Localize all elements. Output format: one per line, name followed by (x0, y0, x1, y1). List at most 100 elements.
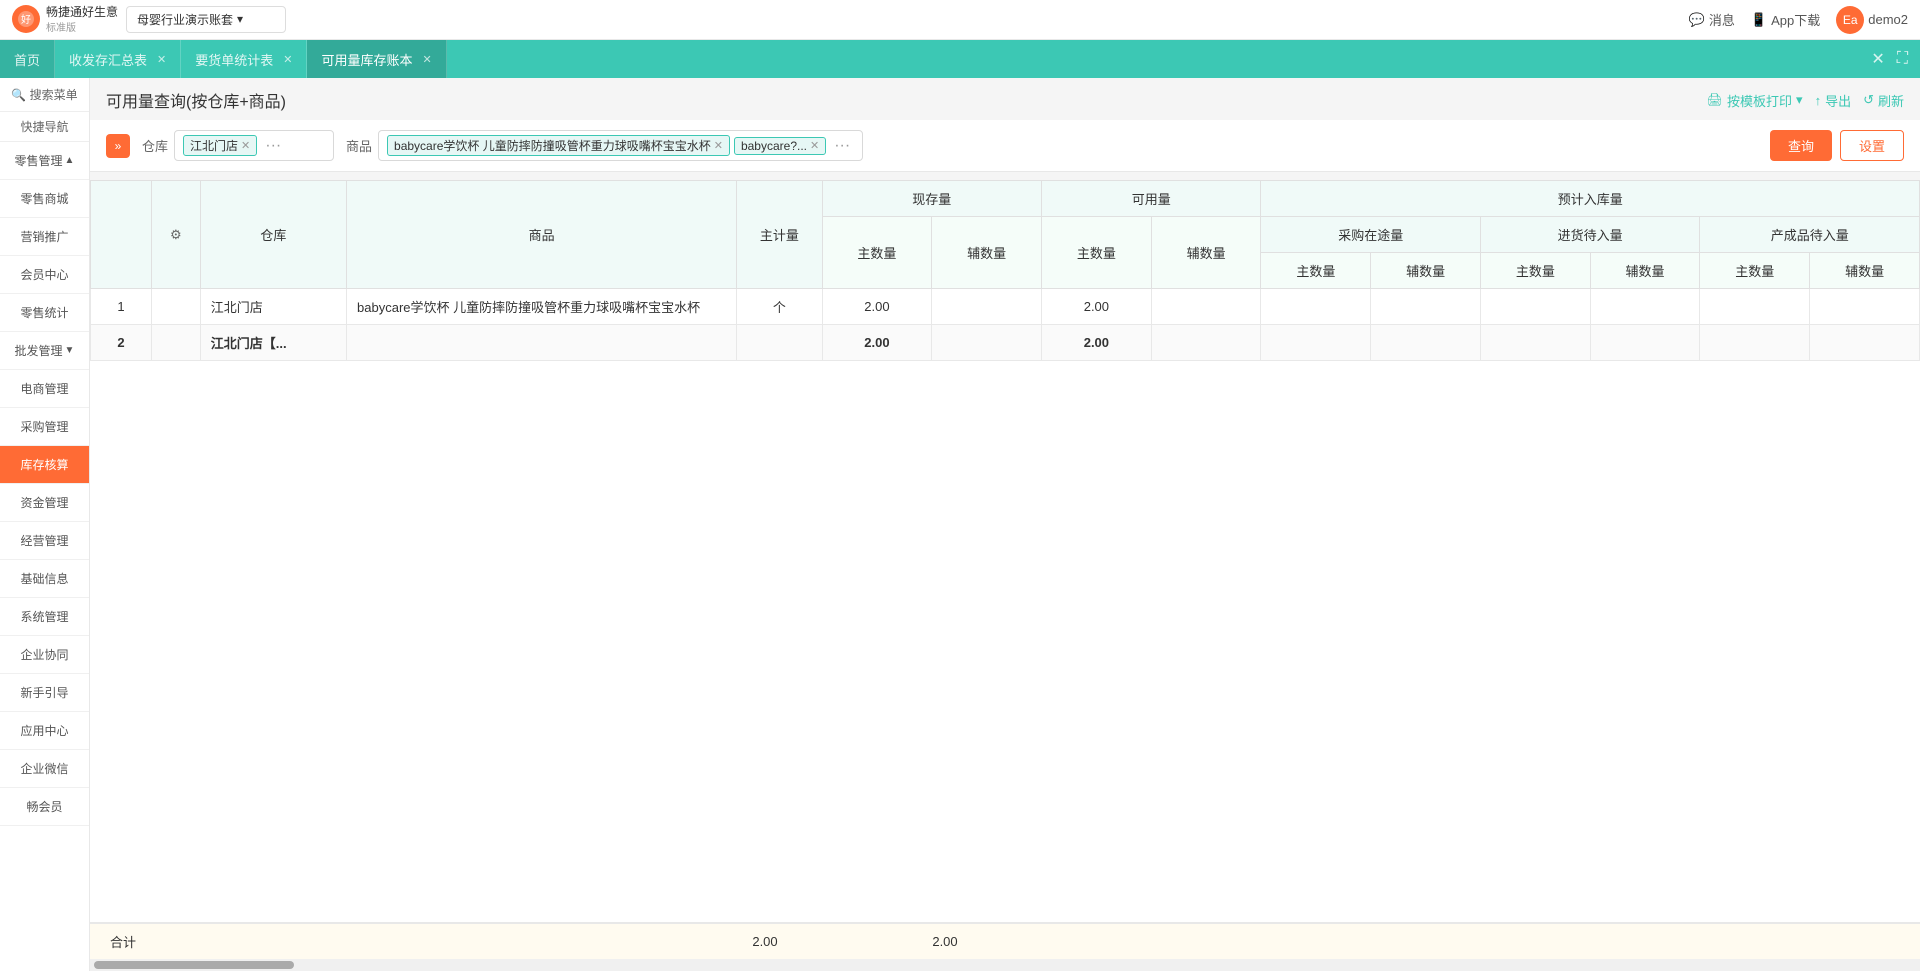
sidebar-item-system-mgmt[interactable]: 系统管理 (0, 598, 89, 636)
export-btn[interactable]: ↑ 导出 (1815, 91, 1852, 110)
avatar-text: Ea (1843, 13, 1858, 27)
app-download-btn[interactable]: 📱 App下载 (1751, 10, 1820, 29)
export-icon: ↑ (1815, 93, 1822, 108)
sidebar-item-vip-member[interactable]: 畅会员 (0, 788, 89, 826)
message-btn[interactable]: 💬 消息 (1689, 10, 1735, 29)
top-bar-right: 💬 消息 📱 App下载 Ea demo2 (1689, 6, 1908, 34)
th-gear[interactable]: ⚙ (151, 181, 200, 289)
page-title: 可用量查询(按仓库+商品) (106, 88, 286, 112)
search-icon: 🔍 (11, 88, 26, 102)
warehouse-tag: 江北门店 ✕ (183, 135, 257, 156)
sidebar-item-new-guide[interactable]: 新手引导 (0, 674, 89, 712)
sidebar-search[interactable]: 🔍 搜索菜单 (0, 78, 89, 112)
cell-warehouse: 江北门店 (200, 289, 346, 325)
th-inbound-pending-main: 主数量 (1480, 253, 1590, 289)
cell-finished-pending-main (1700, 289, 1810, 325)
scroll-bar-area[interactable] (90, 959, 1920, 971)
cell-finished-pending-main (1700, 325, 1810, 361)
th-available: 可用量 (1042, 181, 1261, 217)
logo-icon: 好 (12, 5, 40, 33)
sidebar-item-marketing-label: 营销推广 (20, 230, 68, 244)
sidebar-item-basic-info-label: 基础信息 (20, 572, 68, 586)
page-header: 可用量查询(按仓库+商品) 🖨 按模板打印 ▾ ↑ 导出 ↺ 刷新 (90, 78, 1920, 120)
tab-available-stock-label: 可用量库存账本 (321, 50, 412, 69)
tab-available-stock[interactable]: 可用量库存账本 ✕ (307, 40, 446, 78)
sidebar-quick-nav-label: 快捷导航 (20, 120, 68, 134)
warehouse-more-icon[interactable]: ··· (261, 137, 285, 155)
sidebar-item-wholesale-mgmt-label: 批发管理 (15, 342, 63, 359)
cell-available-main: 2.00 (1042, 325, 1152, 361)
nav-tabs-right: ✕ ⛶ (1867, 40, 1920, 78)
query-button[interactable]: 查询 (1770, 130, 1832, 161)
sidebar-item-inventory-check[interactable]: 库存核算 (0, 446, 89, 484)
sidebar-item-retail-stats[interactable]: 零售统计 (0, 294, 89, 332)
sidebar-item-marketing[interactable]: 营销推广 (0, 218, 89, 256)
content-area: 可用量查询(按仓库+商品) 🖨 按模板打印 ▾ ↑ 导出 ↺ 刷新 (90, 78, 1920, 971)
sidebar-item-enterprise-wechat[interactable]: 企业微信 (0, 750, 89, 788)
th-purchase-transit: 采购在途量 (1261, 217, 1480, 253)
template-print-btn[interactable]: 🖨 按模板打印 ▾ (1707, 91, 1803, 110)
tab-home[interactable]: 首页 (0, 40, 55, 78)
sidebar-item-member-center-label: 会员中心 (20, 268, 68, 282)
tab-receipt-summary[interactable]: 收发存汇总表 ✕ (55, 40, 181, 78)
cell-purchase-transit-main (1261, 325, 1371, 361)
tab-expand[interactable]: ⛶ (1893, 50, 1912, 68)
org-selector[interactable]: 母婴行业演示账套 ▾ (126, 6, 286, 33)
user-avatar-area[interactable]: Ea demo2 (1836, 6, 1908, 34)
cell-finished-pending-aux (1810, 325, 1920, 361)
product-tag1-close[interactable]: ✕ (714, 139, 723, 152)
cell-main-unit (737, 325, 822, 361)
sidebar-item-enterprise-collab[interactable]: 企业协同 (0, 636, 89, 674)
refresh-icon: ↺ (1863, 92, 1874, 108)
filter-group-product: 商品 babycare学饮杯 儿童防摔防撞吸管杯重力球吸嘴杯宝宝水杯 ✕ bab… (346, 130, 863, 161)
cell-purchase-transit-aux (1371, 289, 1481, 325)
cell-num: 2 (91, 325, 152, 361)
sidebar-item-purchase-mgmt[interactable]: 采购管理 (0, 408, 89, 446)
message-label: 消息 (1709, 10, 1735, 29)
product-input[interactable]: babycare学饮杯 儿童防摔防撞吸管杯重力球吸嘴杯宝宝水杯 ✕ babyca… (378, 130, 863, 161)
sidebar-item-app-center[interactable]: 应用中心 (0, 712, 89, 750)
sidebar-item-retail-mall-label: 零售商城 (20, 192, 68, 206)
warehouse-tag-text: 江北门店 (190, 137, 238, 154)
cell-finished-pending-aux (1810, 289, 1920, 325)
product-tag1-text: babycare学饮杯 儿童防摔防撞吸管杯重力球吸嘴杯宝宝水杯 (394, 137, 711, 154)
tab-receipt-summary-close[interactable]: ✕ (157, 53, 166, 66)
sidebar-item-new-guide-label: 新手引导 (20, 686, 68, 700)
refresh-btn[interactable]: ↺ 刷新 (1863, 91, 1904, 110)
table-row: 2 江北门店【... 2.00 2.00 (91, 325, 1920, 361)
sidebar-item-member-center[interactable]: 会员中心 (0, 256, 89, 294)
sidebar-item-basic-info[interactable]: 基础信息 (0, 560, 89, 598)
product-tag2-close[interactable]: ✕ (810, 139, 819, 152)
sidebar-item-ops-mgmt[interactable]: 经营管理 (0, 522, 89, 560)
warehouse-tag-close[interactable]: ✕ (241, 139, 250, 152)
cell-current-aux (932, 289, 1042, 325)
wholesale-mgmt-arrow-icon: ▼ (65, 345, 75, 356)
th-finished-pending: 产成品待入量 (1700, 217, 1920, 253)
th-current-main-qty: 主数量 (822, 217, 932, 289)
warehouse-filter-label: 仓库 (142, 136, 168, 155)
tab-order-stats[interactable]: 要货单统计表 ✕ (181, 40, 307, 78)
tab-available-stock-close[interactable]: ✕ (423, 53, 432, 66)
cell-available-aux (1151, 325, 1261, 361)
filter-toggle-btn[interactable]: » (106, 134, 130, 158)
sidebar-item-system-mgmt-label: 系统管理 (20, 610, 68, 624)
warehouse-input[interactable]: 江北门店 ✕ ··· (174, 130, 334, 161)
tab-receipt-summary-label: 收发存汇总表 (69, 50, 147, 69)
sidebar-item-ecommerce-mgmt[interactable]: 电商管理 (0, 370, 89, 408)
scroll-thumb[interactable] (94, 961, 294, 969)
logo-area: 好 畅捷通好生意 标准版 (12, 5, 118, 34)
product-more-icon[interactable]: ··· (830, 137, 854, 155)
sidebar-item-retail-mgmt[interactable]: 零售管理 ▲ (0, 142, 89, 180)
page-actions: 🖨 按模板打印 ▾ ↑ 导出 ↺ 刷新 (1707, 91, 1905, 110)
sidebar-quick-nav[interactable]: 快捷导航 (0, 112, 89, 142)
org-name: 母婴行业演示账套 (137, 11, 233, 28)
filter-bar: » 仓库 江北门店 ✕ ··· 商品 babycare学饮杯 儿童防摔防撞吸管杯… (90, 120, 1920, 172)
sidebar-item-retail-mall[interactable]: 零售商城 (0, 180, 89, 218)
tab-order-stats-close[interactable]: ✕ (283, 53, 292, 66)
sidebar-item-ecommerce-mgmt-label: 电商管理 (20, 382, 68, 396)
sidebar-item-wholesale-mgmt[interactable]: 批发管理 ▼ (0, 332, 89, 370)
sidebar-item-vip-member-label: 畅会员 (26, 800, 62, 814)
setting-button[interactable]: 设置 (1840, 130, 1904, 161)
sidebar-item-finance-mgmt[interactable]: 资金管理 (0, 484, 89, 522)
tab-close-all[interactable]: ✕ (1867, 49, 1888, 69)
